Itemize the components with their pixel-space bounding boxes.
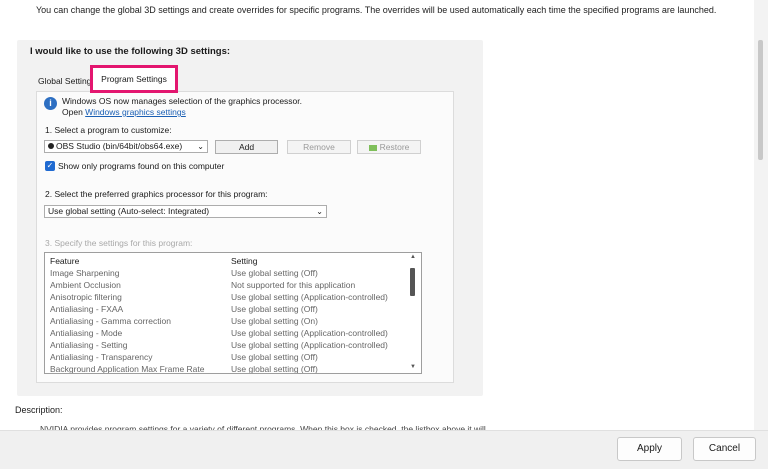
scroll-down-icon[interactable]: ▼: [410, 364, 416, 370]
cancel-button[interactable]: Cancel: [693, 437, 756, 461]
row-setting: Use global setting (Off): [231, 304, 318, 314]
row-setting: Use global setting (Application-controll…: [231, 292, 388, 302]
program-select[interactable]: OBS Studio (bin/64bit/obs64.exe) ⌄: [44, 140, 208, 153]
settings-list-scroll-thumb[interactable]: [410, 268, 415, 296]
table-row[interactable]: Image Sharpening Use global setting (Off): [45, 268, 405, 280]
info-message: Windows OS now manages selection of the …: [62, 96, 302, 118]
row-feature: Antialiasing - FXAA: [50, 304, 124, 314]
row-feature: Background Application Max Frame Rate: [50, 364, 205, 374]
row-feature: Image Sharpening: [50, 268, 120, 278]
description-label: Description:: [15, 405, 63, 415]
show-only-label: Show only programs found on this compute…: [58, 161, 225, 171]
add-button[interactable]: Add: [215, 140, 278, 154]
row-feature: Anisotropic filtering: [50, 292, 122, 302]
header-feature: Feature: [50, 256, 80, 266]
row-feature: Antialiasing - Mode: [50, 328, 123, 338]
row-setting: Use global setting (Off): [231, 352, 318, 362]
page-scroll-thumb[interactable]: [758, 40, 763, 160]
restore-label: Restore: [379, 142, 410, 152]
chevron-down-icon: ⌄: [316, 207, 323, 216]
table-row[interactable]: Anisotropic filtering Use global setting …: [45, 292, 405, 304]
table-row[interactable]: Antialiasing - Setting Use global setting…: [45, 340, 405, 352]
step3-label: 3. Specify the settings for this program…: [45, 238, 193, 248]
chevron-down-icon: ⌄: [197, 142, 204, 151]
obs-program-icon: [48, 143, 54, 149]
row-setting: Use global setting (Application-controll…: [231, 340, 388, 350]
info-open-line: Open Windows graphics settings: [62, 107, 302, 118]
table-row[interactable]: Ambient Occlusion Not supported for this …: [45, 280, 405, 292]
settings-list[interactable]: Feature Setting Image Sharpening Use glob…: [44, 252, 422, 374]
show-only-checkbox[interactable]: ✓: [45, 161, 55, 171]
row-feature: Ambient Occlusion: [50, 280, 121, 290]
intro-text: You can change the global 3D settings an…: [36, 5, 717, 15]
restore-button[interactable]: Restore: [357, 140, 421, 154]
apply-button[interactable]: Apply: [617, 437, 682, 461]
panel-title: I would like to use the following 3D set…: [30, 46, 231, 57]
header-setting: Setting: [231, 256, 258, 266]
row-setting: Use global setting (Application-controll…: [231, 328, 388, 338]
row-setting: Use global setting (Off): [231, 268, 318, 278]
table-row[interactable]: Antialiasing - Gamma correction Use globa…: [45, 316, 405, 328]
info-icon: i: [44, 97, 57, 110]
row-feature: Antialiasing - Setting: [50, 340, 128, 350]
row-setting: Not supported for this application: [231, 280, 356, 290]
table-row[interactable]: Background Application Max Frame Rate Use…: [45, 364, 405, 374]
row-feature: Antialiasing - Gamma correction: [50, 316, 171, 326]
graphics-processor-value: Use global setting (Auto-select: Integra…: [48, 206, 210, 216]
row-feature: Antialiasing - Transparency: [50, 352, 153, 362]
graphics-processor-select[interactable]: Use global setting (Auto-select: Integra…: [44, 205, 327, 218]
step1-label: 1. Select a program to customize:: [45, 125, 172, 135]
tab-global-settings[interactable]: Global Settings: [38, 70, 96, 92]
table-header: Feature Setting: [45, 256, 405, 268]
windows-graphics-settings-link[interactable]: Windows graphics settings: [85, 107, 186, 117]
scroll-up-icon[interactable]: ▲: [410, 254, 416, 260]
info-open-label: Open: [62, 107, 83, 117]
table-row[interactable]: Antialiasing - FXAA Use global setting (O…: [45, 304, 405, 316]
row-setting: Use global setting (Off): [231, 364, 318, 374]
remove-button[interactable]: Remove: [287, 140, 351, 154]
table-row[interactable]: Antialiasing - Transparency Use global se…: [45, 352, 405, 364]
nvidia-icon: [368, 144, 377, 151]
info-line: Windows OS now manages selection of the …: [62, 96, 303, 106]
tab-program-settings[interactable]: Program Settings: [90, 65, 178, 93]
program-select-value: OBS Studio (bin/64bit/obs64.exe): [56, 141, 183, 151]
step2-label: 2. Select the preferred graphics process…: [45, 189, 268, 199]
table-row[interactable]: Antialiasing - Mode Use global setting (A…: [45, 328, 405, 340]
row-setting: Use global setting (On): [231, 316, 318, 326]
